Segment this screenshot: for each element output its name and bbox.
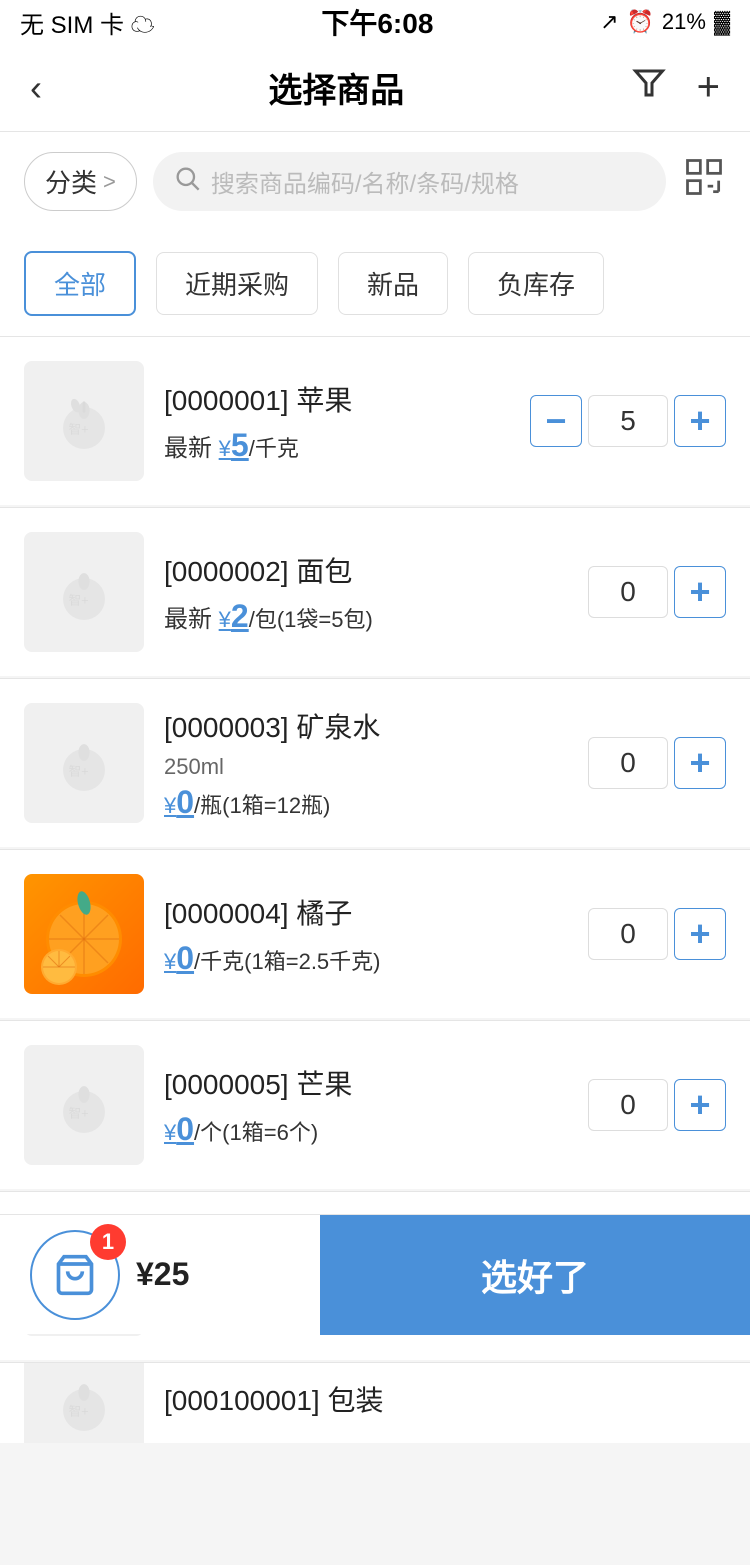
tab-all[interactable]: 全部 <box>24 251 136 316</box>
page-title: 选择商品 <box>268 63 404 112</box>
product-list: 智+ [0000001] 苹果 最新 ¥5/千克 − + 智+ [0000 <box>0 337 750 1565</box>
product-name: [0000004] 橘子 <box>164 892 568 932</box>
quantity-input[interactable] <box>588 1079 668 1131</box>
filter-icon[interactable] <box>631 65 667 110</box>
product-info-0000002: [0000002] 面包 最新 ¥2/包(1袋=5包) <box>164 550 568 635</box>
quantity-input[interactable] <box>588 908 668 960</box>
status-bar: 无 SIM 卡 ☁ 下午6:08 ↗ ⏰ 21% ▓ <box>0 0 750 44</box>
product-image-000100001: 智+ <box>24 1363 144 1443</box>
product-name: [0000001] 苹果 <box>164 379 510 419</box>
alarm-icon: ⏰ <box>627 9 654 35</box>
tab-new[interactable]: 新品 <box>338 252 448 315</box>
back-button[interactable]: ‹ <box>30 67 42 109</box>
product-name: [0000002] 面包 <box>164 550 568 590</box>
quantity-control-0000002: + <box>588 566 726 618</box>
list-item: 智+ [0000002] 面包 最新 ¥2/包(1袋=5包) + <box>0 508 750 676</box>
svg-text:智+: 智+ <box>69 1405 89 1419</box>
product-info-000100001: [000100001] 包装 <box>164 1379 726 1427</box>
product-price: 最新 ¥2/包(1袋=5包) <box>164 598 568 635</box>
product-image-0000001: 智+ <box>24 361 144 481</box>
battery-text: 21% <box>662 9 706 35</box>
cart-area: 1 ¥25 <box>0 1230 320 1320</box>
product-image-0000004 <box>24 874 144 994</box>
list-item: 智+ [0000005] 芒果 ¥0/个(1箱=6个) + <box>0 1021 750 1189</box>
product-info-0000001: [0000001] 苹果 最新 ¥5/千克 <box>164 379 510 464</box>
svg-text:智+: 智+ <box>69 765 89 779</box>
product-info-0000003: [0000003] 矿泉水 250ml ¥0/瓶(1箱=12瓶) <box>164 706 568 821</box>
location-icon: ↗ <box>600 9 618 35</box>
quantity-input[interactable] <box>588 737 668 789</box>
list-item: 智+ [0000001] 苹果 最新 ¥5/千克 − + <box>0 337 750 505</box>
quantity-input[interactable] <box>588 566 668 618</box>
tab-recent[interactable]: 近期采购 <box>156 252 318 315</box>
quantity-control-0000003: + <box>588 737 726 789</box>
search-placeholder: 搜索商品编码/名称/条码/规格 <box>211 164 519 199</box>
product-image-0000003: 智+ <box>24 703 144 823</box>
bottom-bar: 1 ¥25 选好了 <box>0 1214 750 1334</box>
quantity-increase-button[interactable]: + <box>674 737 726 789</box>
list-item: [0000004] 橘子 ¥0/千克(1箱=2.5千克) + <box>0 850 750 1018</box>
product-spec: 250ml <box>164 754 568 780</box>
filter-row: 分类 > 搜索商品编码/名称/条码/规格 <box>0 132 750 231</box>
no-sim-text: 无 SIM 卡 ☁ <box>20 5 155 40</box>
product-price: ¥0/千克(1箱=2.5千克) <box>164 940 568 977</box>
product-info-0000004: [0000004] 橘子 ¥0/千克(1箱=2.5千克) <box>164 892 568 977</box>
product-info-0000005: [0000005] 芒果 ¥0/个(1箱=6个) <box>164 1063 568 1148</box>
quantity-control-0000001: − + <box>530 395 726 447</box>
quantity-increase-button[interactable]: + <box>674 908 726 960</box>
product-name: [000100001] 包装 <box>164 1379 726 1419</box>
category-arrow: > <box>103 169 116 195</box>
product-image-0000002: 智+ <box>24 532 144 652</box>
svg-text:智+: 智+ <box>69 594 89 608</box>
quantity-increase-button[interactable]: + <box>674 1079 726 1131</box>
nav-bar: ‹ 选择商品 + <box>0 44 750 132</box>
status-left: 无 SIM 卡 ☁ <box>20 5 155 40</box>
search-icon <box>173 164 201 199</box>
product-name: [0000003] 矿泉水 <box>164 706 568 746</box>
status-time: 下午6:08 <box>321 2 433 42</box>
product-price: 最新 ¥5/千克 <box>164 427 510 464</box>
quantity-control-0000005: + <box>588 1079 726 1131</box>
quantity-increase-button[interactable]: + <box>674 395 726 447</box>
cart-badge: 1 <box>90 1224 126 1260</box>
nav-right-icons: + <box>631 65 720 110</box>
scan-icon[interactable] <box>682 155 726 208</box>
product-price: ¥0/个(1箱=6个) <box>164 1111 568 1148</box>
svg-text:智+: 智+ <box>69 1107 89 1121</box>
svg-text:智+: 智+ <box>69 423 89 437</box>
product-image-0000005: 智+ <box>24 1045 144 1165</box>
quantity-control-0000004: + <box>588 908 726 960</box>
cart-icon-wrap[interactable]: 1 <box>30 1230 120 1320</box>
battery-icon: ▓ <box>714 9 730 35</box>
tabs-row: 全部 近期采购 新品 负库存 <box>0 231 750 337</box>
quantity-decrease-button[interactable]: − <box>530 395 582 447</box>
list-item: 智+ [000100001] 包装 <box>0 1363 750 1443</box>
cart-total: ¥25 <box>136 1256 189 1293</box>
quantity-input[interactable] <box>588 395 668 447</box>
status-right: ↗ ⏰ 21% ▓ <box>600 9 730 35</box>
category-button[interactable]: 分类 > <box>24 152 137 211</box>
confirm-button[interactable]: 选好了 <box>320 1215 750 1335</box>
product-name: [0000005] 芒果 <box>164 1063 568 1103</box>
tab-negative[interactable]: 负库存 <box>468 252 604 315</box>
search-box[interactable]: 搜索商品编码/名称/条码/规格 <box>153 152 666 211</box>
category-label: 分类 <box>45 163 97 200</box>
list-item: 智+ [0000003] 矿泉水 250ml ¥0/瓶(1箱=12瓶) + <box>0 679 750 847</box>
quantity-increase-button[interactable]: + <box>674 566 726 618</box>
add-button[interactable]: + <box>697 65 720 110</box>
product-price: ¥0/瓶(1箱=12瓶) <box>164 784 568 821</box>
